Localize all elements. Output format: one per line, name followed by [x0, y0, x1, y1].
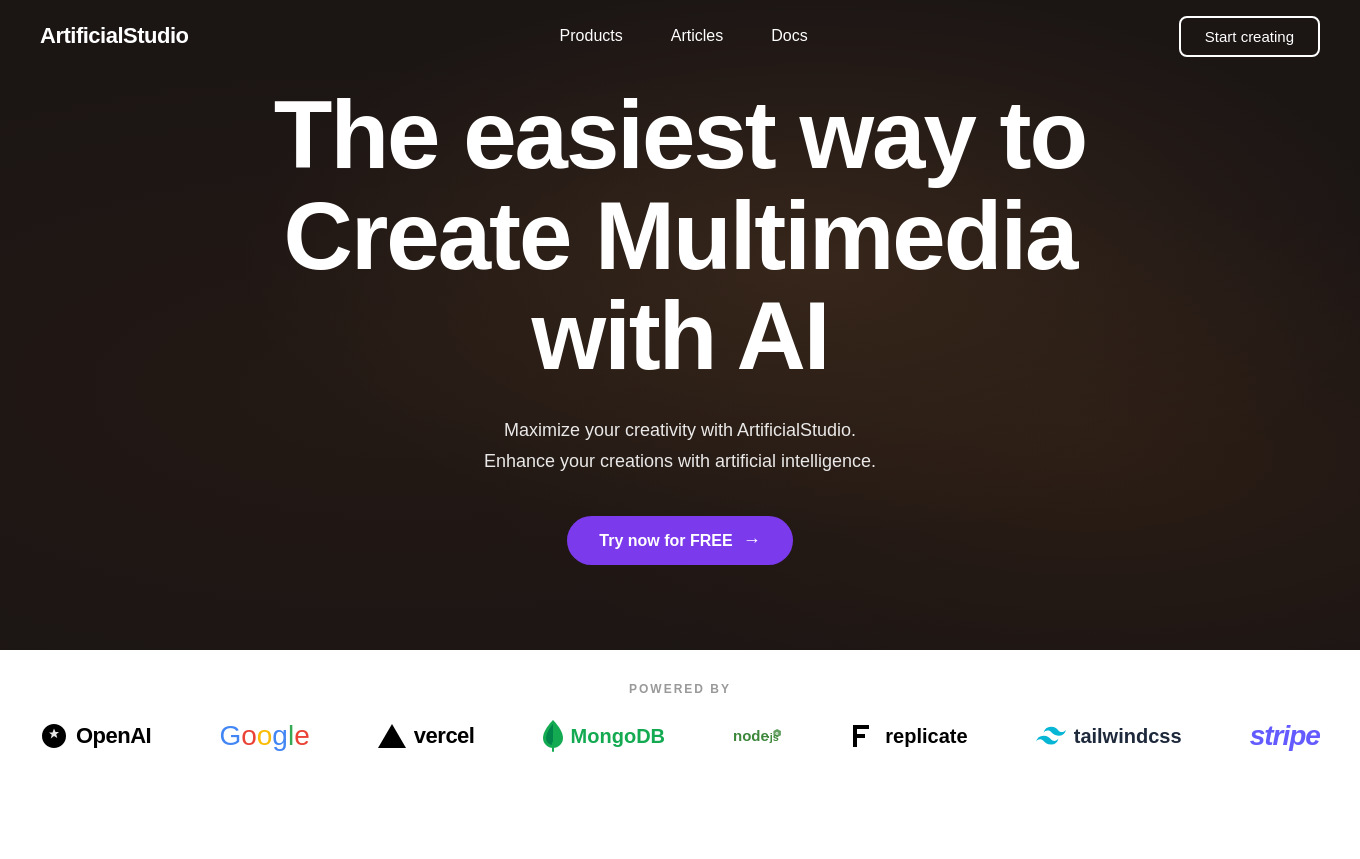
google-logo: Google: [219, 720, 309, 752]
page-rest: [0, 792, 1360, 859]
hero-title-line1: The easiest way to: [274, 81, 1086, 188]
hero-cta-button[interactable]: Try now for FREE →: [567, 516, 792, 565]
hero-cta-arrow-icon: →: [743, 530, 761, 551]
replicate-text: replicate: [885, 725, 967, 748]
svg-text:⚙: ⚙: [775, 731, 779, 736]
hero-subtitle-line2: Enhance your creations with artificial i…: [484, 451, 876, 471]
nav-products[interactable]: Products: [560, 27, 623, 45]
powered-by-label: POWERED BY: [40, 682, 1320, 696]
navbar: ArtificialStudio Products Articles Docs …: [0, 0, 1360, 72]
nav-articles[interactable]: Articles: [671, 27, 723, 45]
mongodb-logo: MongoDB: [543, 720, 665, 752]
svg-rect-0: [552, 742, 554, 752]
stripe-text: stripe: [1250, 720, 1320, 752]
nodejs-logo: node · js ⚙: [733, 721, 783, 751]
start-creating-button[interactable]: Start creating: [1179, 16, 1320, 57]
nodejs-icon: node · js ⚙: [733, 721, 783, 751]
hero-section: The easiest way to Create Multimedia wit…: [0, 0, 1360, 650]
nav-docs[interactable]: Docs: [771, 27, 807, 45]
tailwindcss-text: tailwindcss: [1074, 725, 1182, 748]
google-text: Google: [219, 720, 309, 752]
hero-subtitle-line1: Maximize your creativity with Artificial…: [504, 420, 856, 440]
openai-text: OpenAI: [76, 723, 151, 749]
nav-links: Products Articles Docs: [560, 27, 808, 45]
hero-subtitle: Maximize your creativity with Artificial…: [274, 415, 1086, 476]
powered-by-section: POWERED BY OpenAI Google vercel: [0, 650, 1360, 792]
stripe-logo: stripe: [1250, 720, 1320, 752]
logos-row: OpenAI Google vercel MongoDB node: [40, 720, 1320, 752]
hero-title: The easiest way to Create Multimedia wit…: [274, 85, 1086, 387]
vercel-text: vercel: [414, 723, 475, 749]
vercel-logo: vercel: [378, 723, 475, 749]
mongodb-text: MongoDB: [571, 725, 665, 748]
openai-logo: OpenAI: [40, 722, 151, 750]
tailwindcss-logo: tailwindcss: [1036, 725, 1182, 748]
site-logo[interactable]: ArtificialStudio: [40, 23, 188, 49]
svg-rect-7: [853, 725, 869, 729]
replicate-icon: [851, 723, 877, 749]
openai-icon: [40, 722, 68, 750]
hero-title-line3: with AI: [531, 282, 828, 389]
mongodb-leaf-icon: [543, 720, 563, 752]
replicate-logo: replicate: [851, 723, 967, 749]
svg-rect-8: [853, 734, 865, 738]
hero-cta-label: Try now for FREE: [599, 532, 732, 550]
tailwind-icon: [1036, 726, 1066, 746]
hero-title-line2: Create Multimedia: [284, 182, 1077, 289]
hero-content: The easiest way to Create Multimedia wit…: [234, 85, 1126, 566]
svg-text:node: node: [733, 727, 769, 744]
vercel-triangle-icon: [378, 724, 406, 748]
